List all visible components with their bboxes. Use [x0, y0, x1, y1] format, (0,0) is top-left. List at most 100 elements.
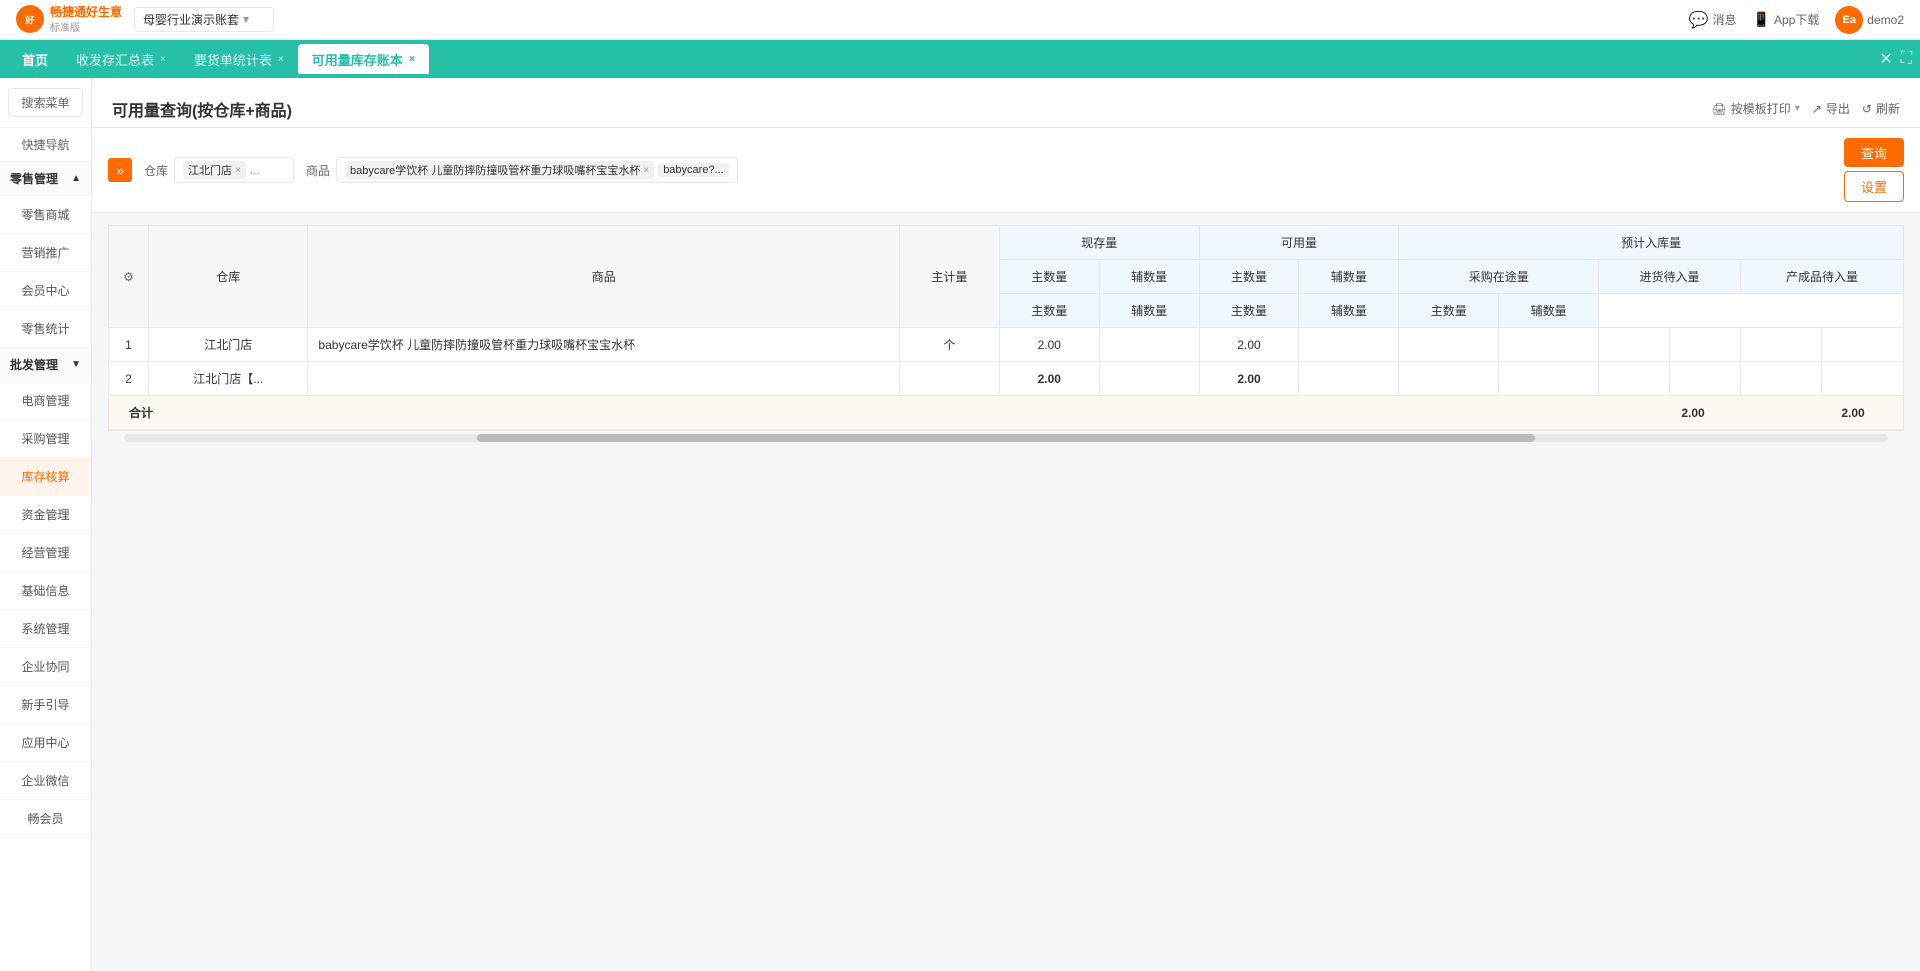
product-tag-1: babycare学饮杯 儿童防摔防撞吸管杯重力球吸嘴杯宝宝水杯 × — [345, 161, 654, 179]
row-pt-aux-1 — [1499, 328, 1599, 362]
footer-available-main: 2.00 — [1813, 406, 1893, 420]
sidebar-enterprise-label: 企业协同 — [21, 658, 69, 675]
sidebar: 搜索菜单 快捷导航 零售管理 ▲ 零售商城 营销推广 会员中心 零售统计 批发管… — [0, 78, 92, 971]
product-value[interactable]: babycare学饮杯 儿童防摔防撞吸管杯重力球吸嘴杯宝宝水杯 × babyca… — [336, 157, 738, 183]
row-ib-main-2 — [1599, 362, 1670, 396]
export-btn[interactable]: ↗ 导出 — [1812, 100, 1850, 117]
sidebar-item-wechat[interactable]: 企业微信 — [0, 762, 91, 800]
query-settings-area: 查询 设置 — [1844, 138, 1904, 202]
sidebar-item-app-center[interactable]: 应用中心 — [0, 724, 91, 762]
message-btn[interactable]: 💬 消息 — [1689, 10, 1737, 30]
row-unit-2 — [899, 362, 999, 396]
sidebar-item-retail-stat[interactable]: 零售统计 — [0, 310, 91, 348]
product-filter: 商品 babycare学饮杯 儿童防摔防撞吸管杯重力球吸嘴杯宝宝水杯 × bab… — [306, 157, 738, 183]
sidebar-item-ecommerce[interactable]: 电商管理 — [0, 382, 91, 420]
row-prod-aux-2 — [1822, 362, 1904, 396]
warehouse-value[interactable]: 江北门店 × ... — [174, 157, 294, 183]
logo-text-area: 畅捷通好生意 标准版 — [50, 5, 122, 34]
inbound-main: 主数量 — [1199, 294, 1299, 328]
settings-btn[interactable]: 设置 — [1844, 171, 1904, 202]
top-bar-left: 好 畅捷通好生意 标准版 母婴行业演示账套 ▾ — [16, 5, 274, 34]
tab-order-stat[interactable]: 要货单统计表 × — [180, 44, 298, 74]
available-group: 可用量 — [1199, 226, 1399, 260]
sidebar-item-wholesale[interactable]: 批发管理 ▼ — [0, 348, 91, 382]
app-download-btn[interactable]: 📱 App下载 — [1753, 11, 1820, 28]
refresh-btn[interactable]: ↺ 刷新 — [1862, 100, 1900, 117]
product-col-header: 商品 — [308, 226, 900, 328]
footer-spacer-1 — [279, 406, 321, 420]
printer-icon: 🖨 — [1712, 102, 1727, 116]
row-avail-aux-2 — [1299, 362, 1399, 396]
inbound-aux: 辅数量 — [1299, 294, 1399, 328]
row-avail-main-2: 2.00 — [1199, 362, 1299, 396]
sidebar-item-basic[interactable]: 基础信息 — [0, 572, 91, 610]
unit-col-header: 主计量 — [899, 226, 999, 328]
row-ib-main-1 — [1599, 328, 1670, 362]
purchase-transit-main: 主数量 — [999, 294, 1099, 328]
sidebar-item-vip[interactable]: 畅会员 — [0, 800, 91, 838]
settings-col-header[interactable]: ⚙ — [109, 226, 149, 328]
top-bar-right: 💬 消息 📱 App下载 Ea demo2 — [1689, 6, 1904, 34]
product-tag-1-close[interactable]: × — [643, 165, 649, 176]
sidebar-member-label: 会员中心 — [21, 282, 69, 299]
sidebar-item-inventory[interactable]: 库存核算 — [0, 458, 91, 496]
sidebar-item-operations[interactable]: 经营管理 — [0, 534, 91, 572]
industry-select[interactable]: 母婴行业演示账套 ▾ — [134, 7, 274, 32]
sidebar-item-retail-mall[interactable]: 零售商城 — [0, 196, 91, 234]
warehouse-tag-close[interactable]: × — [235, 165, 241, 176]
refresh-label: 刷新 — [1876, 100, 1900, 117]
tab-available[interactable]: 可用量库存账本 × — [298, 44, 429, 74]
sidebar-item-newbie[interactable]: 新手引导 — [0, 686, 91, 724]
sidebar-search-area: 搜索菜单 — [0, 78, 91, 128]
current-aux-sub: 辅数量 — [1099, 260, 1199, 294]
row-pt-main-2 — [1399, 362, 1499, 396]
sidebar-basic-label: 基础信息 — [21, 582, 69, 599]
product-tag-2-text: babycare?... — [663, 164, 724, 176]
tab-home[interactable]: 首页 — [8, 44, 62, 74]
tab-receive-close[interactable]: × — [160, 54, 166, 65]
product-tag-1-text: babycare学饮杯 儿童防摔防撞吸管杯重力球吸嘴杯宝宝水杯 — [350, 162, 640, 178]
warehouse-label: 仓库 — [144, 162, 168, 179]
row-pt-main-1 — [1399, 328, 1499, 362]
table-area: ⚙ 仓库 商品 主计量 现存量 — [92, 213, 1920, 456]
row-ib-aux-1 — [1670, 328, 1741, 362]
available-main-sub: 主数量 — [1199, 260, 1299, 294]
planned-inbound-group: 预计入库量 — [1399, 226, 1904, 260]
tab-receive[interactable]: 收发存汇总表 × — [62, 44, 180, 74]
avatar: Ea — [1835, 6, 1863, 34]
table-settings-icon[interactable]: ⚙ — [123, 270, 134, 284]
row-prod-main-1 — [1741, 328, 1822, 362]
page-header: 可用量查询(按仓库+商品) 🖨 按模板打印 ▾ ↗ 导出 ↺ 刷新 — [92, 78, 1920, 128]
sidebar-retail-mall-label: 零售商城 — [21, 206, 69, 223]
template-print-label: 按模板打印 — [1731, 100, 1791, 117]
close-window-btn[interactable]: ✕ — [1879, 49, 1892, 69]
scroll-area[interactable] — [108, 430, 1904, 444]
table-footer: 合计 2.00 2.00 — [108, 396, 1904, 430]
logo-icon: 好 — [16, 5, 44, 33]
collapse-icon: ▲ — [71, 173, 81, 184]
sidebar-item-system[interactable]: 系统管理 — [0, 610, 91, 648]
sidebar-item-finance[interactable]: 资金管理 — [0, 496, 91, 534]
sidebar-item-purchase[interactable]: 采购管理 — [0, 420, 91, 458]
user-info[interactable]: Ea demo2 — [1835, 6, 1904, 34]
maximize-btn[interactable]: ⛶ — [1901, 50, 1912, 68]
row-curr-aux-2 — [1099, 362, 1199, 396]
template-print-btn[interactable]: 🖨 按模板打印 ▾ — [1712, 100, 1800, 117]
row-curr-main-2: 2.00 — [999, 362, 1099, 396]
available-aux-sub: 辅数量 — [1299, 260, 1399, 294]
tab-available-close[interactable]: × — [409, 54, 415, 65]
query-btn[interactable]: 查询 — [1844, 138, 1904, 167]
sidebar-marketing-label: 营销推广 — [21, 244, 69, 261]
sidebar-item-marketing[interactable]: 营销推广 — [0, 234, 91, 272]
production-pending-group: 产成品待入量 — [1741, 260, 1904, 294]
row-avail-main-1: 2.00 — [1199, 328, 1299, 362]
filter-expand-btn[interactable]: » — [108, 158, 132, 182]
warehouse-more[interactable]: ... — [250, 163, 260, 177]
sidebar-item-retail-mgmt[interactable]: 零售管理 ▲ — [0, 162, 91, 196]
sidebar-item-member[interactable]: 会员中心 — [0, 272, 91, 310]
tab-order-stat-close[interactable]: × — [278, 54, 284, 65]
scroll-thumb[interactable] — [477, 434, 1535, 442]
quick-nav-btn[interactable]: 快捷导航 — [0, 128, 91, 162]
search-menu-btn[interactable]: 搜索菜单 — [8, 88, 83, 117]
sidebar-item-enterprise[interactable]: 企业协同 — [0, 648, 91, 686]
